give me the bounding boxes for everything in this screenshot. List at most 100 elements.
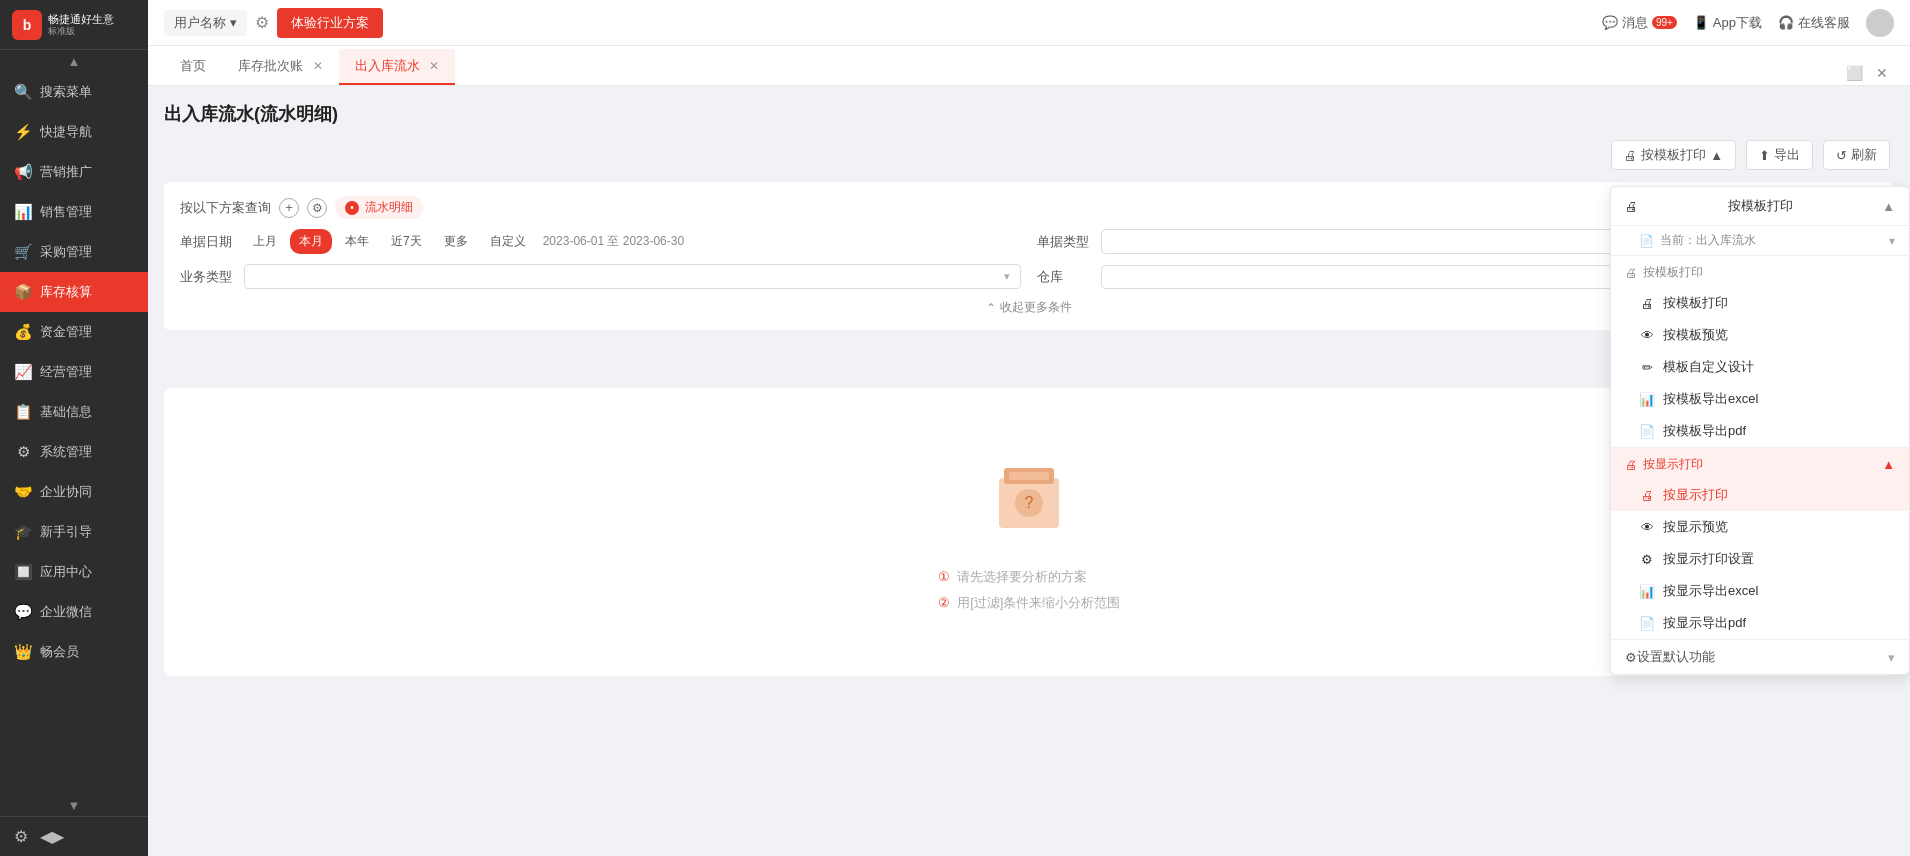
date-btn-more[interactable]: 更多	[435, 229, 477, 254]
message-action[interactable]: 💬 消息 99+	[1602, 14, 1677, 32]
tab-inventory-batch-close[interactable]: ✕	[313, 59, 323, 73]
sidebar-item-system[interactable]: ⚙ 系统管理	[0, 432, 148, 472]
refresh-icon: ↺	[1836, 148, 1847, 163]
purchase-icon: 🛒	[14, 243, 32, 261]
dp-section-template: 🖨 按模板打印 🖨 按模板打印 👁 按模板预览 ✏ 模板自定义设计	[1611, 256, 1909, 448]
filter-tag-icon: •	[345, 201, 359, 215]
sidebar-item-collab[interactable]: 🤝 企业协同	[0, 472, 148, 512]
sidebar-item-appcenter[interactable]: 🔲 应用中心	[0, 552, 148, 592]
svg-rect-2	[1009, 472, 1049, 480]
dp-item-display-settings[interactable]: ⚙ 按显示打印设置	[1611, 543, 1909, 575]
dp-item-display-print[interactable]: 🖨 按显示打印	[1611, 479, 1909, 511]
tabs-bar: 首页 库存批次账 ✕ 出入库流水 ✕ ⬜ ✕	[148, 46, 1910, 86]
dp-item-dpdf-icon: 📄	[1639, 615, 1655, 631]
sidebar-item-finance[interactable]: 💰 资金管理	[0, 312, 148, 352]
template-print-arrow: ▲	[1710, 148, 1723, 163]
date-btn-this-year[interactable]: 本年	[336, 229, 378, 254]
biztype-select-arrow: ▾	[1004, 270, 1010, 283]
filter-tag: • 流水明细	[335, 196, 423, 219]
tab-flow-close[interactable]: ✕	[429, 59, 439, 73]
main-area: 用户名称 ▾ ⚙ 体验行业方案 💬 消息 99+ 📱 App下载 🎧 在线客服	[148, 0, 1910, 856]
logo-text: 畅捷通好生意 标准版	[48, 12, 114, 38]
topbar-gear-icon[interactable]: ⚙	[255, 13, 269, 32]
date-btn-7days[interactable]: 近7天	[382, 229, 431, 254]
date-btn-last-month[interactable]: 上月	[244, 229, 286, 254]
sidebar-item-basic-info[interactable]: 📋 基础信息	[0, 392, 148, 432]
dp-item-display-excel[interactable]: 📊 按显示导出excel	[1611, 575, 1909, 607]
dp-item-display-pdf[interactable]: 📄 按显示导出pdf	[1611, 607, 1909, 639]
refresh-btn[interactable]: ↺ 刷新	[1823, 140, 1890, 170]
dp-item-design-icon: ✏	[1639, 359, 1655, 375]
message-icon: 💬	[1602, 15, 1618, 30]
template-print-btn[interactable]: 🖨 按模板打印 ▲	[1611, 140, 1736, 170]
tab-flow[interactable]: 出入库流水 ✕	[339, 49, 456, 85]
filter-add-btn[interactable]: +	[279, 198, 299, 218]
topbar: 用户名称 ▾ ⚙ 体验行业方案 💬 消息 99+ 📱 App下载 🎧 在线客服	[148, 0, 1910, 46]
print-icon: 🖨	[1624, 148, 1637, 163]
tab-maximize-btn[interactable]: ⬜	[1842, 61, 1866, 85]
page-title: 出入库流水(流水明细)	[164, 102, 1894, 126]
sidebar-item-guide[interactable]: 🎓 新手引导	[0, 512, 148, 552]
app-download-action[interactable]: 📱 App下载	[1693, 14, 1762, 32]
user-selector-chevron: ▾	[230, 15, 237, 30]
user-selector[interactable]: 用户名称 ▾	[164, 10, 247, 36]
user-avatar[interactable]	[1866, 9, 1894, 37]
date-btn-this-month[interactable]: 本月	[290, 229, 332, 254]
dp-header-arrow-up[interactable]: ▲	[1882, 199, 1895, 214]
sidebar-item-inventory[interactable]: 📦 库存核算	[0, 272, 148, 312]
dp-sub-label-display: 🖨 按显示打印	[1625, 456, 1703, 473]
tab-home[interactable]: 首页	[164, 49, 222, 85]
sidebar-scroll-down[interactable]: ▼	[0, 794, 148, 816]
sidebar-item-operations[interactable]: 📈 经营管理	[0, 352, 148, 392]
dp-footer[interactable]: ⚙ 设置默认功能 ▾	[1611, 640, 1909, 674]
page-content: 出入库流水(流水明细) 🖨 按模板打印 ▲ ⬆ 导出 ↺ 刷新 按以下方案查询 …	[148, 86, 1910, 856]
dp-sub-header-display: 🖨 按显示打印 ▲	[1611, 448, 1909, 479]
sidebar-item-weixin[interactable]: 💬 企业微信	[0, 592, 148, 632]
dp-item-display-preview[interactable]: 👁 按显示预览	[1611, 511, 1909, 543]
sidebar-item-sales[interactable]: 📊 销售管理	[0, 192, 148, 232]
dp-item-preview-icon: 👁	[1639, 327, 1655, 343]
export-icon: ⬆	[1759, 148, 1770, 163]
dp-sub-header-template: 🖨 按模板打印	[1611, 256, 1909, 287]
sidebar-item-quicknav[interactable]: ⚡ 快捷导航	[0, 112, 148, 152]
weixin-icon: 💬	[14, 603, 32, 621]
dp-item-dpreview-icon: 👁	[1639, 519, 1655, 535]
svg-text:?: ?	[1025, 494, 1034, 511]
sidebar-item-member[interactable]: 👑 畅会员	[0, 632, 148, 672]
settings-bottom-icon[interactable]: ⚙	[14, 827, 28, 846]
dp-header: 🖨 按模板打印 ▲	[1611, 187, 1909, 226]
sidebar-nav: 🔍 搜索菜单 ⚡ 快捷导航 📢 营销推广 📊 销售管理 🛒 采购管理 📦 库存核…	[0, 72, 148, 794]
dp-section2-arrow: ▲	[1882, 457, 1895, 472]
dp-item-dexcel-icon: 📊	[1639, 583, 1655, 599]
basic-info-icon: 📋	[14, 403, 32, 421]
tab-inventory-batch[interactable]: 库存批次账 ✕	[222, 49, 339, 85]
filter-setting-btn[interactable]: ⚙	[307, 198, 327, 218]
sales-icon: 📊	[14, 203, 32, 221]
sidebar-item-marketing[interactable]: 📢 营销推广	[0, 152, 148, 192]
sidebar-scroll-up[interactable]: ▲	[0, 50, 148, 72]
biztype-select[interactable]: ▾	[244, 264, 1021, 289]
dp-current-icon: 📄	[1639, 234, 1654, 248]
trial-btn[interactable]: 体验行业方案	[277, 8, 383, 38]
sidebar-item-search[interactable]: 🔍 搜索菜单	[0, 72, 148, 112]
filter-field-biztype: 业务类型 ▾	[180, 264, 1021, 289]
tab-close-btn[interactable]: ✕	[1870, 61, 1894, 85]
dp-item-template-preview[interactable]: 👁 按模板预览	[1611, 319, 1909, 351]
dp-item-excel-icon: 📊	[1639, 391, 1655, 407]
sidebar-item-purchase[interactable]: 🛒 采购管理	[0, 232, 148, 272]
dp-section-display: 🖨 按显示打印 ▲ 🖨 按显示打印 👁 按显示预览 ⚙ 按显示打印设置	[1611, 448, 1909, 640]
dp-item-template-excel[interactable]: 📊 按模板导出excel	[1611, 383, 1909, 415]
marketing-icon: 📢	[14, 163, 32, 181]
dp-item-template-pdf[interactable]: 📄 按模板导出pdf	[1611, 415, 1909, 447]
dp-item-template-print[interactable]: 🖨 按模板打印	[1611, 287, 1909, 319]
dp-print-icon: 🖨	[1625, 199, 1638, 214]
date-btn-custom[interactable]: 自定义	[481, 229, 535, 254]
print-dropdown-panel: 🖨 按模板打印 ▲ 📄 当前：出入库流水 ▾ 🖨 按模板打印	[1610, 186, 1910, 675]
online-service-action[interactable]: 🎧 在线客服	[1778, 14, 1850, 32]
collapse-chevron-up: ⌃	[986, 301, 996, 315]
collapse-sidebar-icon[interactable]: ◀▶	[40, 827, 64, 846]
export-btn[interactable]: ⬆ 导出	[1746, 140, 1813, 170]
dp-item-template-design[interactable]: ✏ 模板自定义设计	[1611, 351, 1909, 383]
date-selector: 上月 本月 本年 近7天 更多 自定义 2023-06-01 至 2023-06…	[244, 229, 684, 254]
sidebar: b 畅捷通好生意 标准版 ▲ 🔍 搜索菜单 ⚡ 快捷导航 📢 营销推广 📊 销售…	[0, 0, 148, 856]
